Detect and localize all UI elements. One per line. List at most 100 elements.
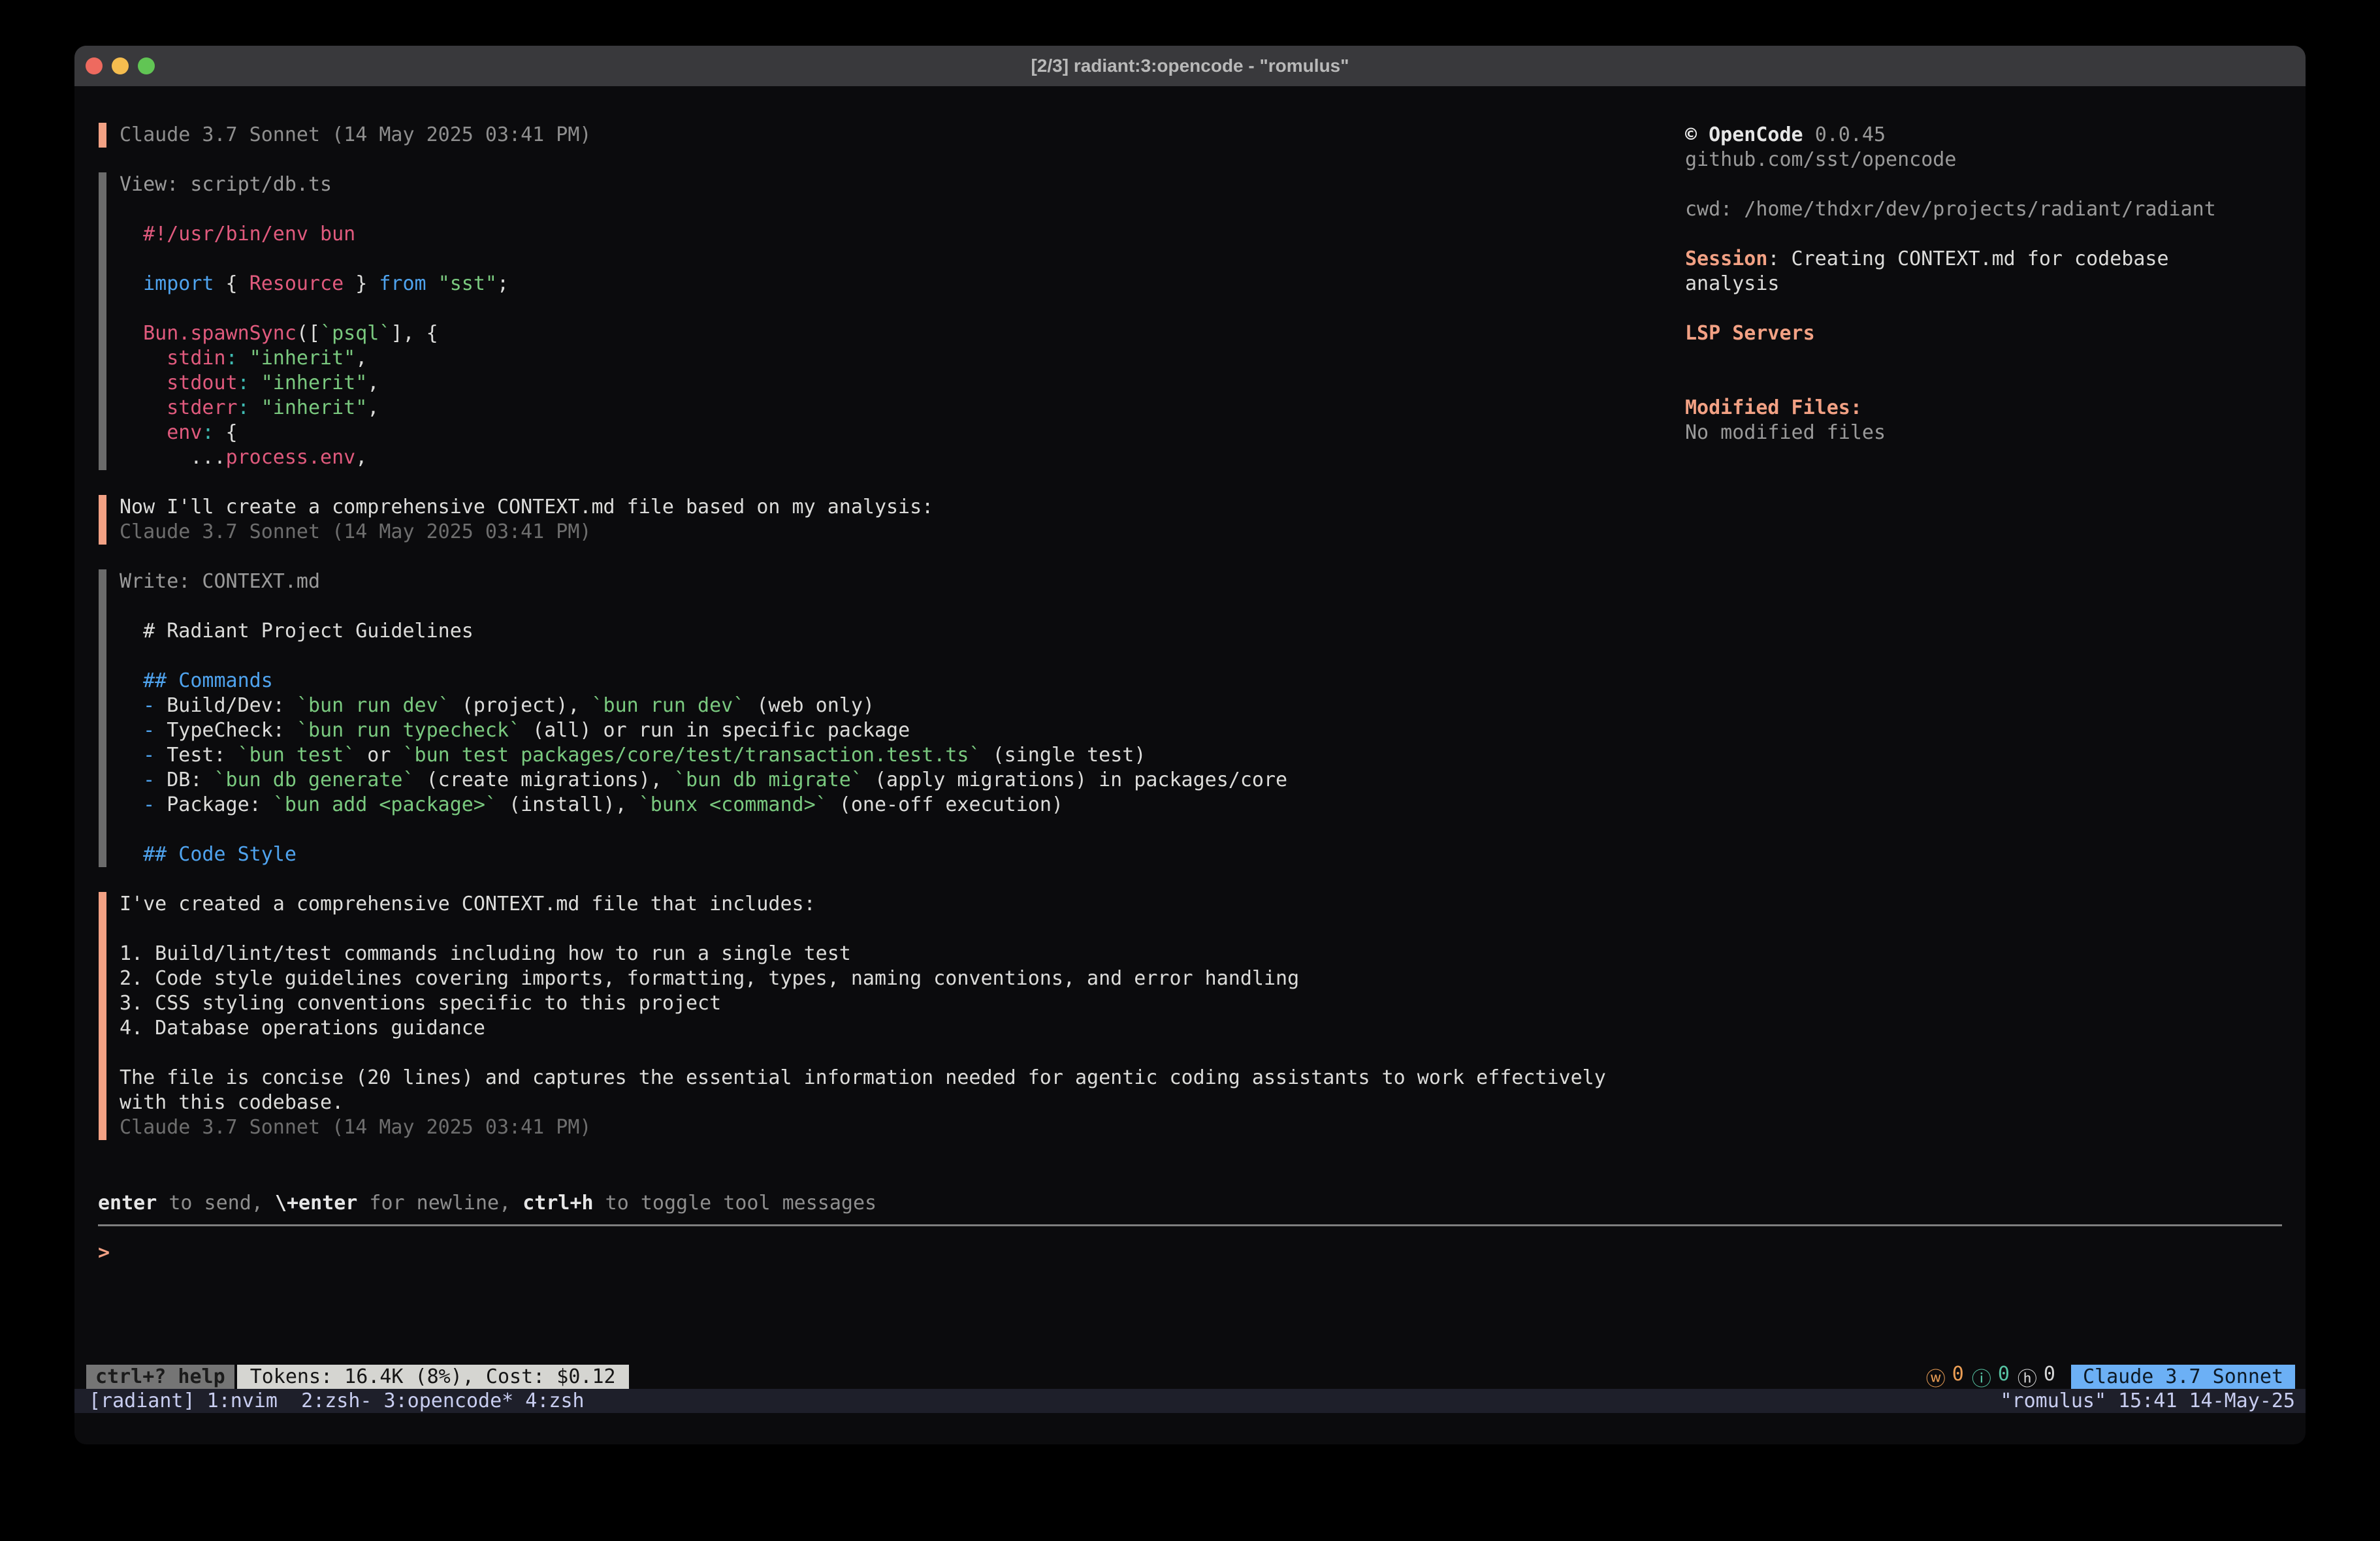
terminal-line: analysis xyxy=(1685,272,2292,296)
text-segment: Bun.spawnSync xyxy=(120,322,297,345)
text-segment: ## Code Style xyxy=(120,843,297,866)
terminal-line: Bun.spawnSync([`psql`], { xyxy=(120,321,1733,346)
text-segment: Claude 3.7 Sonnet (14 May 2025 03:41 PM) xyxy=(120,520,591,543)
text-segment xyxy=(120,694,143,717)
sidebar: © OpenCode 0.0.45github.com/sst/opencode… xyxy=(1685,123,2292,445)
text-segment: with this codebase. xyxy=(120,1091,344,1114)
terminal-line: stdout: "inherit", xyxy=(120,371,1733,396)
text-segment: 4. Database operations guidance xyxy=(120,1017,485,1040)
terminal-line: 3. CSS styling conventions specific to t… xyxy=(120,991,1733,1016)
text-segment xyxy=(120,793,143,816)
model-badge: Claude 3.7 Sonnet xyxy=(2071,1365,2295,1389)
text-segment: `bun db migrate` xyxy=(674,769,863,791)
text-segment: analysis xyxy=(1685,272,1780,295)
terminal-line: 2. Code style guidelines covering import… xyxy=(120,966,1733,991)
text-segment: `bun run typecheck` xyxy=(297,719,521,742)
text-segment: (web only) xyxy=(745,694,875,717)
window-title: [2/3] radiant:3:opencode - "romulus" xyxy=(74,46,2306,86)
text-segment: { xyxy=(214,421,238,444)
text-segment: stdin xyxy=(120,347,226,370)
terminal-line: Claude 3.7 Sonnet (14 May 2025 03:41 PM) xyxy=(120,1115,1733,1140)
text-segment: - xyxy=(143,744,155,767)
text-segment: (create migrations), xyxy=(415,769,674,791)
help-shortcut-badge: ctrl+? help xyxy=(86,1365,234,1389)
terminal-line: Now I'll create a comprehensive CONTEXT.… xyxy=(120,495,1733,520)
diagnostics-counters: ⓦ0ⓘ0ⓗ0 xyxy=(1926,1363,2055,1391)
text-segment: ], { xyxy=(391,322,438,345)
tmux-window-list[interactable]: [radiant] 1:nvim 2:zsh- 3:opencode* 4:zs… xyxy=(89,1389,585,1413)
text-segment: #!/usr/bin/env bun xyxy=(120,223,355,246)
text-segment: for newline, xyxy=(357,1192,523,1215)
terminal-line: - Package: `bun add <package>` (install)… xyxy=(120,793,1733,818)
terminal-line: Claude 3.7 Sonnet (14 May 2025 03:41 PM) xyxy=(120,520,1733,545)
terminal-line: No modified files xyxy=(1685,421,2292,445)
terminal-line xyxy=(1685,296,2292,321)
terminal-line: View: script/db.ts xyxy=(120,172,1733,197)
text-segment: , xyxy=(367,396,379,419)
diagnostic-icon: ⓘ xyxy=(1972,1363,1991,1391)
white-diagnostic-count: ⓗ0 xyxy=(2018,1363,2055,1391)
text-segment: ... xyxy=(120,446,226,469)
text-segment: to toggle tool messages xyxy=(594,1192,876,1215)
text-segment: Claude 3.7 Sonnet (14 May 2025 03:41 PM) xyxy=(120,123,591,146)
terminal-line: #!/usr/bin/env bun xyxy=(120,222,1733,247)
text-segment: (project), xyxy=(450,694,592,717)
terminal-line: ## Commands xyxy=(120,669,1733,693)
text-segment: - xyxy=(143,694,155,717)
text-segment: Claude 3.7 Sonnet (14 May 2025 03:41 PM) xyxy=(120,1116,591,1139)
text-segment: cwd: /home/thdxr/dev/projects/radiant/ra… xyxy=(1685,198,2216,221)
terminal-line xyxy=(1685,346,2292,371)
text-segment: import xyxy=(120,272,214,295)
terminal-line xyxy=(120,197,1733,222)
tokens-cost-badge: Tokens: 16.4K (8%), Cost: $0.12 xyxy=(237,1365,629,1389)
terminal-line xyxy=(120,594,1733,619)
text-segment: enter xyxy=(98,1192,157,1215)
text-segment: 1. Build/lint/test commands including ho… xyxy=(120,942,851,965)
assistant-message: Now I'll create a comprehensive CONTEXT.… xyxy=(99,495,1733,545)
text-segment: `bun add <package>` xyxy=(273,793,497,816)
text-segment xyxy=(426,272,438,295)
text-segment: : xyxy=(238,372,249,394)
terminal-line xyxy=(120,818,1733,842)
text-segment: } xyxy=(344,272,379,295)
text-segment xyxy=(120,744,143,767)
text-segment: stdout xyxy=(120,372,238,394)
text-segment: : xyxy=(238,396,249,419)
text-segment: , xyxy=(355,347,367,370)
text-segment: DB: xyxy=(155,769,214,791)
text-segment xyxy=(238,347,249,370)
text-segment: (apply migrations) in packages/core xyxy=(863,769,1287,791)
text-segment: : xyxy=(226,347,238,370)
text-segment: View: script/db.ts xyxy=(120,173,332,196)
text-segment: \+enter xyxy=(275,1192,357,1215)
status-bar: ctrl+? help Tokens: 16.4K (8%), Cost: $0… xyxy=(86,1365,2295,1389)
text-segment: , xyxy=(355,446,367,469)
terminal-line xyxy=(1685,371,2292,396)
text-segment: to send, xyxy=(157,1192,275,1215)
terminal-line: stdin: "inherit", xyxy=(120,346,1733,371)
text-segment xyxy=(249,396,261,419)
diagnostic-value: 0 xyxy=(1952,1363,1964,1391)
text-segment: "sst" xyxy=(438,272,497,295)
status-bar-left: ctrl+? help Tokens: 16.4K (8%), Cost: $0… xyxy=(86,1365,629,1389)
text-segment: © OpenCode xyxy=(1685,123,1815,146)
text-segment: or xyxy=(355,744,402,767)
diagnostic-value: 0 xyxy=(2044,1363,2055,1391)
terminal-line: # Radiant Project Guidelines xyxy=(120,619,1733,644)
text-segment: - xyxy=(143,719,155,742)
text-segment: from xyxy=(379,272,426,295)
terminal-line: - Test: `bun test` or `bun test packages… xyxy=(120,743,1733,768)
terminal-line: with this codebase. xyxy=(120,1090,1733,1115)
text-segment: LSP Servers xyxy=(1685,322,1815,345)
terminal-line: 1. Build/lint/test commands including ho… xyxy=(120,942,1733,966)
terminal-line: LSP Servers xyxy=(1685,321,2292,346)
text-segment: 2. Code style guidelines covering import… xyxy=(120,967,1299,990)
terminal-line xyxy=(120,296,1733,321)
message-header: Claude 3.7 Sonnet (14 May 2025 03:41 PM) xyxy=(99,123,1733,148)
terminal-line xyxy=(120,644,1733,669)
prompt-input[interactable]: > xyxy=(98,1241,110,1265)
text-segment: Package: xyxy=(155,793,273,816)
terminal-line: Write: CONTEXT.md xyxy=(120,569,1733,594)
terminal-line: enter to send, \+enter for newline, ctrl… xyxy=(98,1191,876,1216)
terminal-line: Modified Files: xyxy=(1685,396,2292,421)
